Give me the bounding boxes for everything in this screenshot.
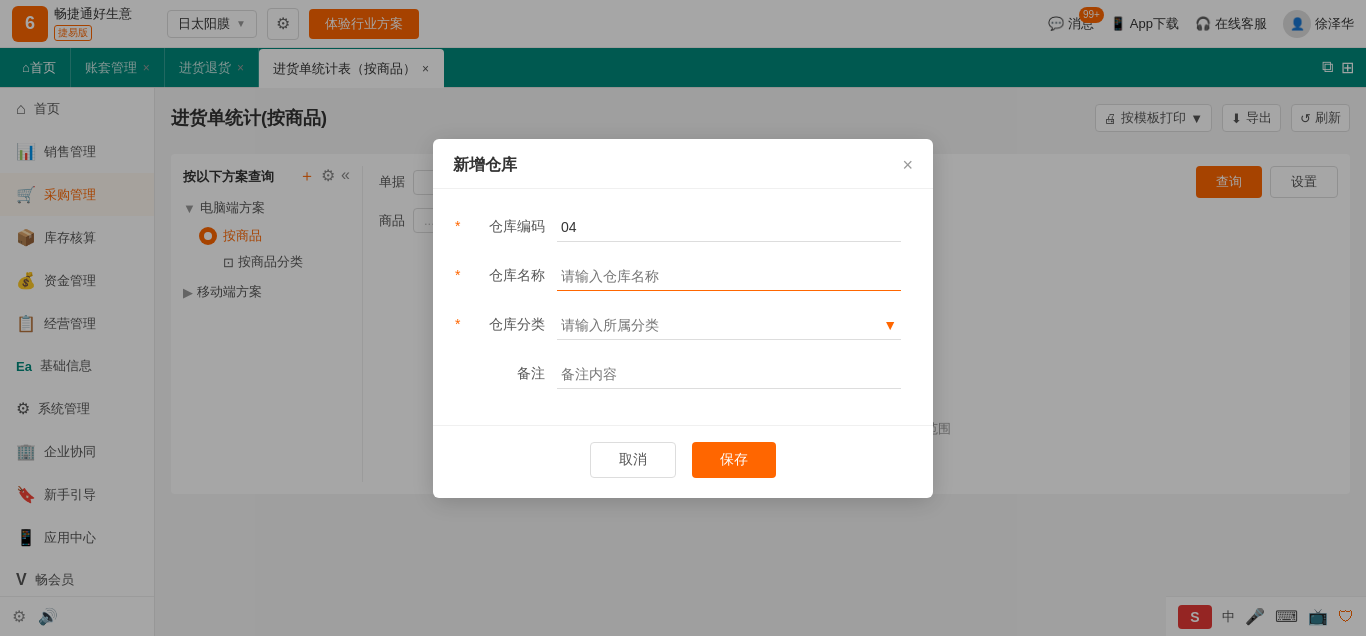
category-input[interactable] <box>561 317 883 333</box>
name-input[interactable] <box>557 262 901 291</box>
category-label: 仓库分类 <box>465 316 545 334</box>
dialog-close-button[interactable]: × <box>902 155 913 176</box>
dialog-header: 新增仓库 × <box>433 139 933 189</box>
dialog-body: 仓库编码 仓库名称 仓库分类 ▼ 备注 <box>433 189 933 425</box>
warehouse-note-row: 备注 <box>465 360 901 389</box>
dialog-footer: 取消 保存 <box>433 425 933 498</box>
warehouse-category-row: 仓库分类 ▼ <box>465 311 901 340</box>
code-label: 仓库编码 <box>465 218 545 236</box>
note-input[interactable] <box>557 360 901 389</box>
category-select[interactable]: ▼ <box>557 311 901 340</box>
code-input[interactable] <box>557 213 901 242</box>
modal-overlay: 新增仓库 × 仓库编码 仓库名称 仓库分类 ▼ <box>0 0 1366 636</box>
save-button[interactable]: 保存 <box>692 442 776 478</box>
category-dropdown-icon: ▼ <box>883 317 897 333</box>
note-label: 备注 <box>465 365 545 383</box>
cancel-button[interactable]: 取消 <box>590 442 676 478</box>
dialog-title: 新增仓库 <box>453 155 517 176</box>
warehouse-code-row: 仓库编码 <box>465 213 901 242</box>
new-warehouse-dialog: 新增仓库 × 仓库编码 仓库名称 仓库分类 ▼ <box>433 139 933 498</box>
warehouse-name-row: 仓库名称 <box>465 262 901 291</box>
name-label: 仓库名称 <box>465 267 545 285</box>
